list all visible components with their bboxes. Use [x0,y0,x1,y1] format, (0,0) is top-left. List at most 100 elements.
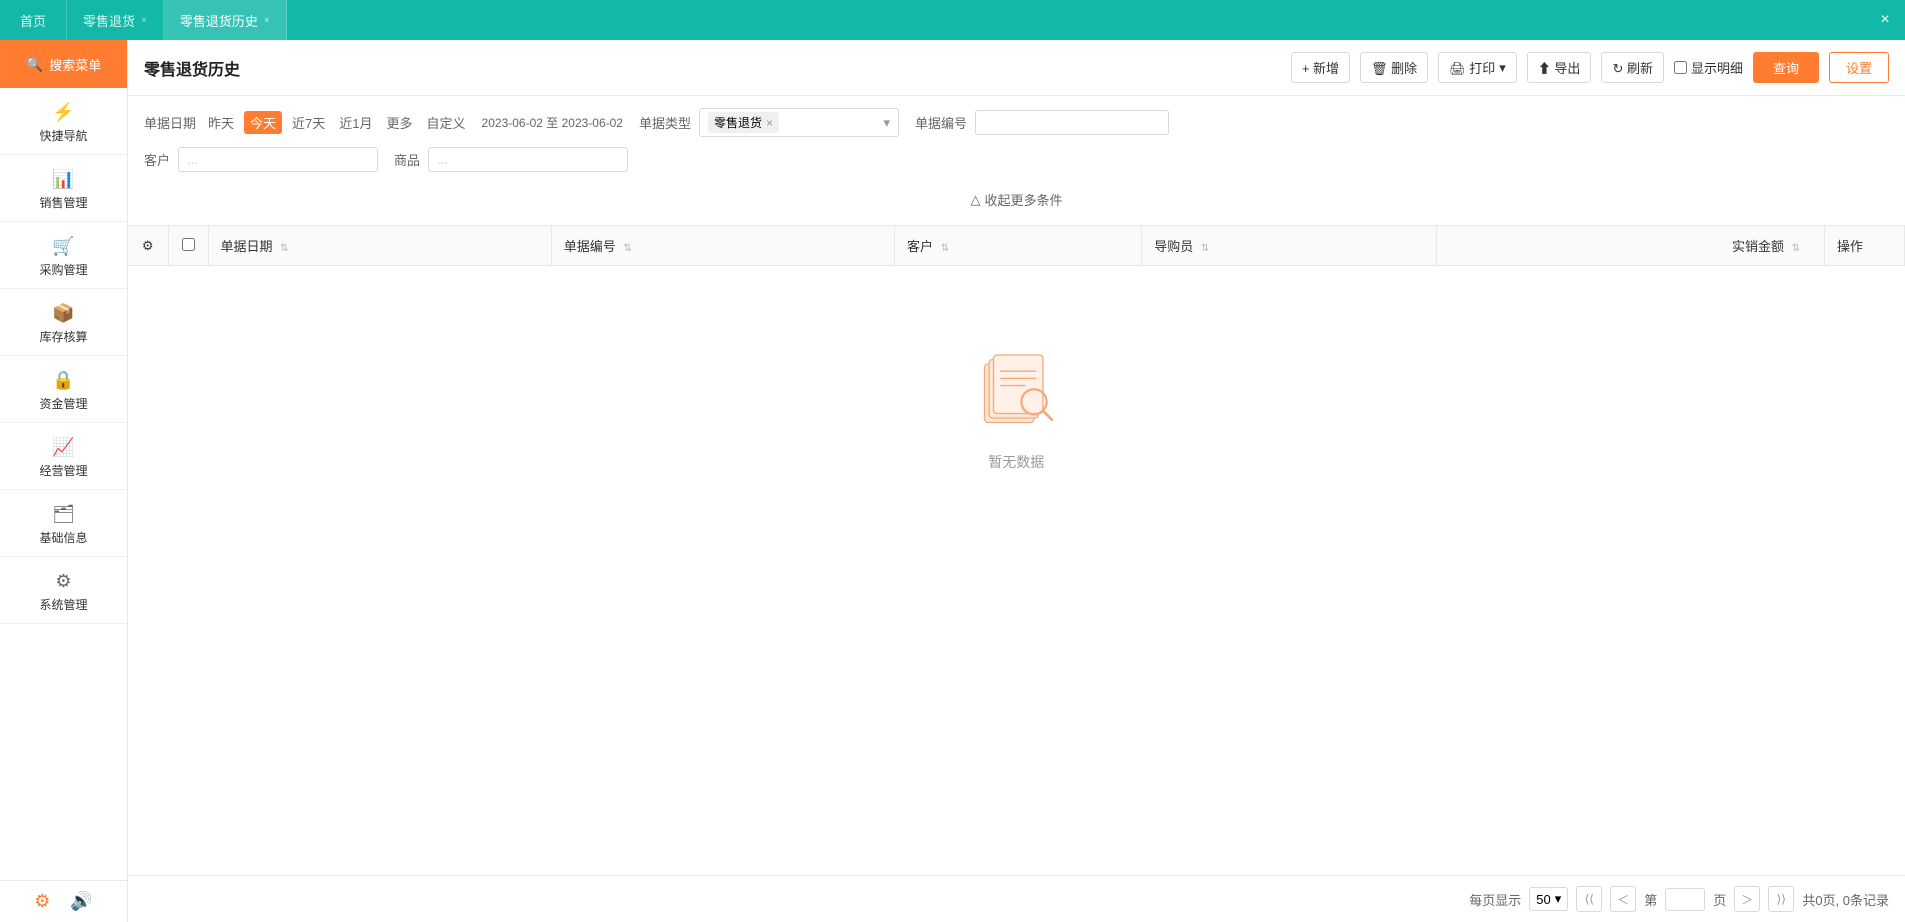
th-action: 操作 [1825,226,1905,266]
collapse-label: 收起更多条件 [984,190,1062,209]
tab-retail-return-label: 零售退货 [83,11,135,30]
sidebar-item-label: 库存核算 [39,328,87,345]
new-button[interactable]: + 新增 [1291,52,1350,83]
sidebar-item-label: 快捷导航 [39,127,87,144]
show-detail-checkbox-label[interactable]: 显示明细 [1674,58,1743,77]
close-icon: × [1880,11,1889,29]
sidebar-item-basic[interactable]: 🗂 基础信息 [0,490,127,557]
tab-home[interactable]: 首页 [0,0,67,40]
sidebar-item-sales[interactable]: 📊 销售管理 [0,155,127,222]
show-detail-checkbox[interactable] [1674,61,1687,74]
date-option-yesterday[interactable]: 昨天 [204,111,238,134]
sales-icon: 📊 [52,169,74,190]
volume-icon[interactable]: 🔊 [70,891,92,912]
print-button[interactable]: 🖨 打印 ▾ [1438,52,1517,83]
empty-state-cell: 暂无数据 [128,266,1905,553]
doc-number-filter-label: 单据编号 [915,113,967,132]
window-close-button[interactable]: × [1865,0,1905,40]
goods-filter-label: 商品 [394,150,420,169]
sidebar-nav: ⚡ 快捷导航 📊 销售管理 🛒 采购管理 📦 库存核算 🔒 资金管理 📈 [0,88,127,880]
sidebar-item-system[interactable]: ⚙ 系统管理 [0,557,127,624]
purchase-icon: 🛒 [52,236,74,257]
last-page-button[interactable]: ⟩⟩ [1768,886,1794,912]
operation-icon: 📈 [52,437,74,458]
sidebar-item-operation[interactable]: 📈 经营管理 [0,423,127,490]
th-customer[interactable]: 客户 ⇅ [894,226,1141,266]
th-settings[interactable]: ⚙ [128,226,168,266]
collapse-row: △ 收起更多条件 [144,182,1889,213]
show-detail-label: 显示明细 [1691,58,1743,77]
date-option-7days[interactable]: 近7天 [288,111,329,134]
table-wrapper: ⚙ 单据日期 ⇅ 单据编号 ⇅ [128,226,1905,875]
sidebar: 🔍 搜索菜单 ⚡ 快捷导航 📊 销售管理 🛒 采购管理 📦 库存核算 🔒 [0,40,128,922]
system-icon: ⚙ [55,571,71,592]
goods-placeholder: ... [437,152,448,167]
select-all-checkbox[interactable] [182,238,195,251]
doc-type-tag-remove[interactable]: × [766,116,773,130]
sidebar-item-label: 销售管理 [39,194,87,211]
tab-retail-return-close[interactable]: × [141,15,147,26]
empty-icon [971,346,1061,436]
sidebar-search-button[interactable]: 🔍 搜索菜单 [0,40,127,88]
sidebar-item-purchase[interactable]: 🛒 采购管理 [0,222,127,289]
basic-icon: 🗂 [52,504,75,525]
export-button[interactable]: ⬆ 导出 [1527,52,1592,83]
sidebar-item-finance[interactable]: 🔒 资金管理 [0,356,127,423]
guide-sort-icon: ⇅ [1201,243,1209,254]
th-date[interactable]: 单据日期 ⇅ [208,226,551,266]
page-size-label: 每页显示 [1469,890,1521,909]
date-range-display: 2023-06-02 至 2023-06-02 [482,114,623,131]
settings-icon[interactable]: ⚙ [34,891,50,912]
number-sort-icon: ⇅ [623,243,631,254]
filter-customer: 客户 ... [144,147,378,172]
page-size-select[interactable]: 50 ▾ [1529,887,1568,911]
tab-home-label: 首页 [20,11,46,30]
prev-page-button[interactable]: ＜ [1610,886,1636,912]
pagination-bar: 每页显示 50 ▾ ⟨⟨ ＜ 第 1 页 ＞ ⟩⟩ 共0页, 0条记录 [128,875,1905,922]
doc-type-tag: 零售退货 × [708,112,779,133]
th-action-label: 操作 [1837,239,1863,254]
next-page-button[interactable]: ＞ [1734,886,1760,912]
setting-button[interactable]: 设置 [1829,52,1889,83]
query-button[interactable]: 查询 [1753,52,1819,83]
header-actions: + 新增 🗑 删除 🖨 打印 ▾ ⬆ 导出 ↻ 刷新 显示明细 查询 设置 [1291,52,1889,83]
page-title: 零售退货历史 [144,56,240,80]
sidebar-item-inventory[interactable]: 📦 库存核算 [0,289,127,356]
filter-row-2: 客户 ... 商品 ... [144,147,1889,172]
th-guide-label: 导购员 [1154,239,1193,254]
sidebar-item-label: 系统管理 [39,596,87,613]
settings-icon: ⚙ [142,238,154,253]
date-option-more[interactable]: 更多 [383,111,417,134]
refresh-button[interactable]: ↻ 刷新 [1601,52,1664,83]
tab-retail-return-history-close[interactable]: × [264,15,270,26]
data-table: ⚙ 单据日期 ⇅ 单据编号 ⇅ [128,226,1905,552]
th-guide[interactable]: 导购员 ⇅ [1142,226,1437,266]
date-sort-icon: ⇅ [280,243,288,254]
customer-sort-icon: ⇅ [941,243,949,254]
doc-type-input[interactable]: 零售退货 × ▾ [699,108,899,137]
date-option-today[interactable]: 今天 [244,111,282,134]
customer-input[interactable]: ... [178,147,378,172]
amount-sort-icon: ⇅ [1792,243,1800,254]
th-amount-label: 实销金额 [1732,239,1784,254]
goods-input[interactable]: ... [428,147,628,172]
sidebar-item-quick-nav[interactable]: ⚡ 快捷导航 [0,88,127,155]
date-option-1month[interactable]: 近1月 [335,111,376,134]
tab-retail-return[interactable]: 零售退货 × [67,0,164,40]
page-size-value: 50 [1536,892,1550,907]
filter-goods: 商品 ... [394,147,628,172]
date-option-custom[interactable]: 自定义 [423,111,470,134]
th-checkbox[interactable] [168,226,208,266]
page-info-label: 第 [1644,890,1657,909]
tab-retail-return-history[interactable]: 零售退货历史 × [164,0,287,40]
th-amount[interactable]: 实销金额 ⇅ [1437,226,1825,266]
th-number[interactable]: 单据编号 ⇅ [551,226,894,266]
doc-type-dropdown-icon: ▾ [883,115,890,131]
doc-number-input[interactable] [975,110,1169,135]
page-number-input[interactable]: 1 [1665,888,1705,911]
total-info: 共0页, 0条记录 [1802,890,1889,909]
filter-doc-number: 单据编号 [915,110,1169,135]
delete-button[interactable]: 🗑 删除 [1360,52,1428,83]
collapse-button[interactable]: △ 收起更多条件 [958,186,1074,213]
first-page-button[interactable]: ⟨⟨ [1576,886,1602,912]
